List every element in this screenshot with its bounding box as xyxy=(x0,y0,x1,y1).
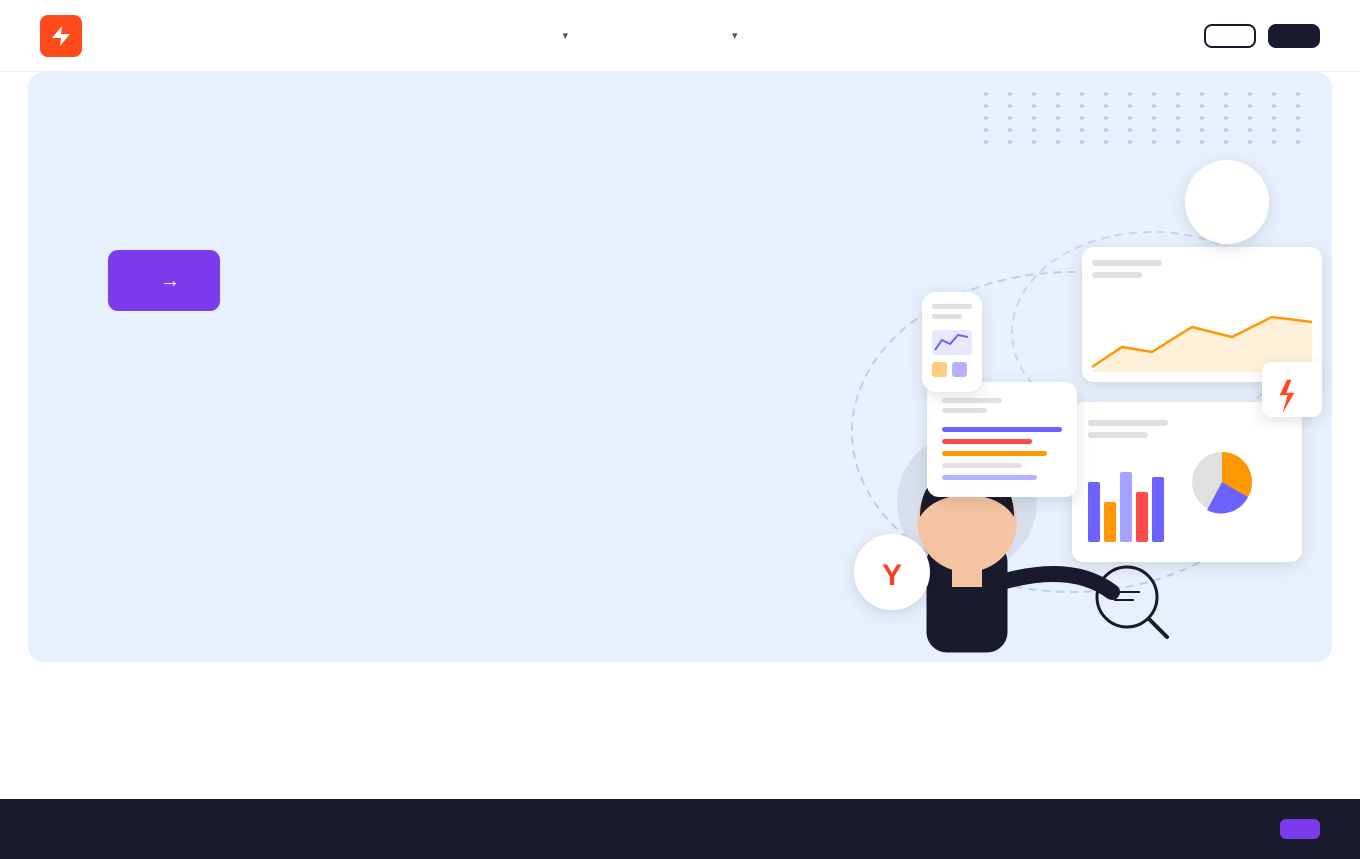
nav-actions xyxy=(1204,24,1320,48)
hero-illustration: G G Y xyxy=(772,82,1332,662)
chevron-down-icon: ▾ xyxy=(562,29,568,42)
nav-tools[interactable]: ▾ xyxy=(542,21,584,50)
trusted-section xyxy=(0,662,1360,730)
logo[interactable] xyxy=(40,15,92,57)
nav-faq[interactable] xyxy=(592,28,624,44)
nav-about[interactable] xyxy=(672,28,704,44)
logo-icon xyxy=(40,15,82,57)
accept-cookies-button[interactable] xyxy=(1280,819,1320,839)
nav-resources[interactable]: ▾ xyxy=(712,21,754,50)
try-free-button[interactable]: → xyxy=(108,250,220,311)
chevron-down-icon: ▾ xyxy=(732,29,738,42)
illustration-svg: G G Y xyxy=(772,82,1332,662)
svg-text:Y: Y xyxy=(882,559,902,592)
bolt-icon xyxy=(49,24,73,48)
hero-section: const dp = document.querySelector('.dot-… xyxy=(28,72,1332,662)
navbar: ▾ ▾ xyxy=(0,0,1360,72)
cookie-banner xyxy=(0,799,1360,859)
hero-content: → xyxy=(108,132,708,391)
nav-links: ▾ ▾ xyxy=(542,21,753,50)
login-button[interactable] xyxy=(1204,24,1256,48)
signup-button[interactable] xyxy=(1268,24,1320,48)
arrow-right-icon: → xyxy=(160,268,180,293)
nav-prices[interactable] xyxy=(632,28,664,44)
hero-title xyxy=(108,132,708,202)
svg-text:G: G xyxy=(1212,184,1242,226)
